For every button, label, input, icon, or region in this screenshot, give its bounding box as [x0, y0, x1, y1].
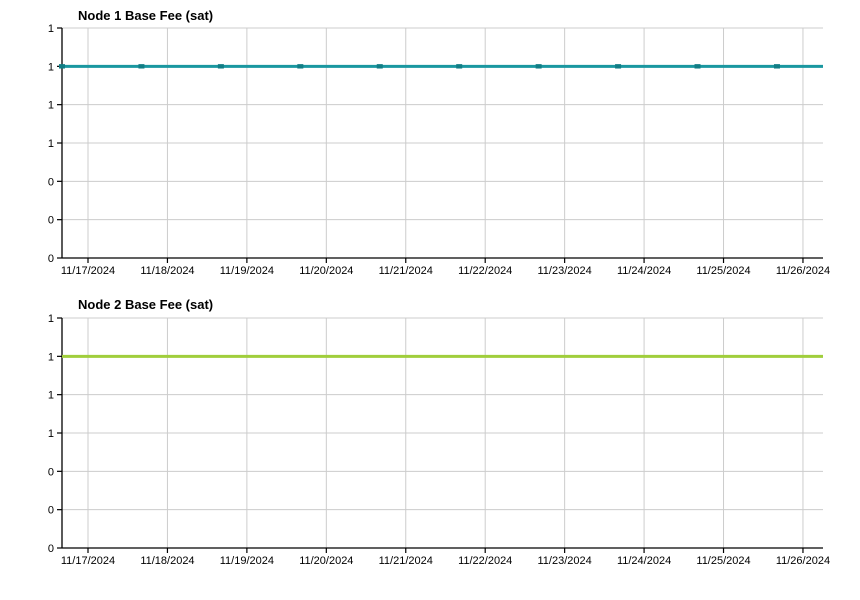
y-tick-label: 0	[48, 505, 54, 517]
x-tick-label: 11/26/2024	[776, 265, 830, 277]
node1-chart: 1 1 1 1 0 0 0 11/17/2024 11/18/2024 11/19/2024 11/…	[48, 23, 830, 277]
y-tick-label: 1	[48, 428, 54, 440]
y-tick-label: 1	[48, 313, 54, 325]
y-tick-label: 1	[48, 23, 54, 35]
fee-charts-page: Node 1 Base Fee (sat) 1 1 1 1 0 0 0 11/17/2024 1…	[0, 0, 860, 600]
y-tick-label: 1	[48, 100, 54, 112]
node2-chart-title: Node 2 Base Fee (sat)	[78, 297, 213, 312]
x-tick-label: 11/19/2024	[220, 265, 274, 277]
data-point-marker	[138, 64, 145, 69]
x-tick-label: 11/25/2024	[696, 555, 750, 567]
series-base-fee	[59, 64, 823, 69]
y-tick-label: 1	[48, 61, 54, 73]
x-tick-label: 11/20/2024	[299, 265, 353, 277]
data-point-marker	[217, 64, 224, 69]
x-tick-label: 11/24/2024	[617, 555, 671, 567]
data-point-marker	[694, 64, 701, 69]
data-point-marker	[535, 64, 542, 69]
x-tick-label: 11/20/2024	[299, 555, 353, 567]
y-tick-label: 0	[48, 253, 54, 265]
data-point-marker	[456, 64, 463, 69]
x-tick-label: 11/25/2024	[696, 265, 750, 277]
data-point-marker	[297, 64, 304, 69]
y-tick-label: 0	[48, 176, 54, 188]
y-tick-label: 0	[48, 215, 54, 227]
data-point-marker	[615, 64, 622, 69]
x-tick-label: 11/21/2024	[379, 555, 433, 567]
gridlines	[62, 27, 823, 259]
x-tick-label: 11/18/2024	[140, 555, 194, 567]
x-tick-label: 11/26/2024	[776, 555, 830, 567]
node1-chart-title: Node 1 Base Fee (sat)	[78, 8, 213, 23]
data-point-marker	[376, 64, 383, 69]
x-tick-label: 11/23/2024	[538, 555, 592, 567]
node2-chart: 1 1 1 1 0 0 0 11/17/2024 11/18/2024 11/19/2024 11/…	[48, 313, 830, 567]
x-tick-label: 11/17/2024	[61, 555, 115, 567]
axes: 1 1 1 1 0 0 0 11/17/2024 11/18/2024 11/19/2024 11/…	[48, 313, 830, 567]
x-tick-label: 11/19/2024	[220, 555, 274, 567]
x-tick-label: 11/23/2024	[538, 265, 592, 277]
x-tick-label: 11/22/2024	[458, 555, 512, 567]
y-tick-label: 1	[48, 390, 54, 402]
axes: 1 1 1 1 0 0 0 11/17/2024 11/18/2024 11/19/2024 11/…	[48, 23, 830, 277]
y-tick-label: 1	[48, 351, 54, 363]
x-tick-label: 11/22/2024	[458, 265, 512, 277]
y-tick-label: 0	[48, 543, 54, 555]
y-tick-label: 0	[48, 466, 54, 478]
data-point-marker	[773, 64, 780, 69]
x-tick-label: 11/21/2024	[379, 265, 433, 277]
y-tick-label: 1	[48, 138, 54, 150]
data-point-marker	[59, 64, 65, 69]
x-tick-label: 11/18/2024	[140, 265, 194, 277]
gridlines	[62, 317, 823, 549]
x-tick-label: 11/17/2024	[61, 265, 115, 277]
x-tick-label: 11/24/2024	[617, 265, 671, 277]
fee-charts-canvas: Node 1 Base Fee (sat) 111100011/17/2024 1…	[48, 8, 830, 567]
